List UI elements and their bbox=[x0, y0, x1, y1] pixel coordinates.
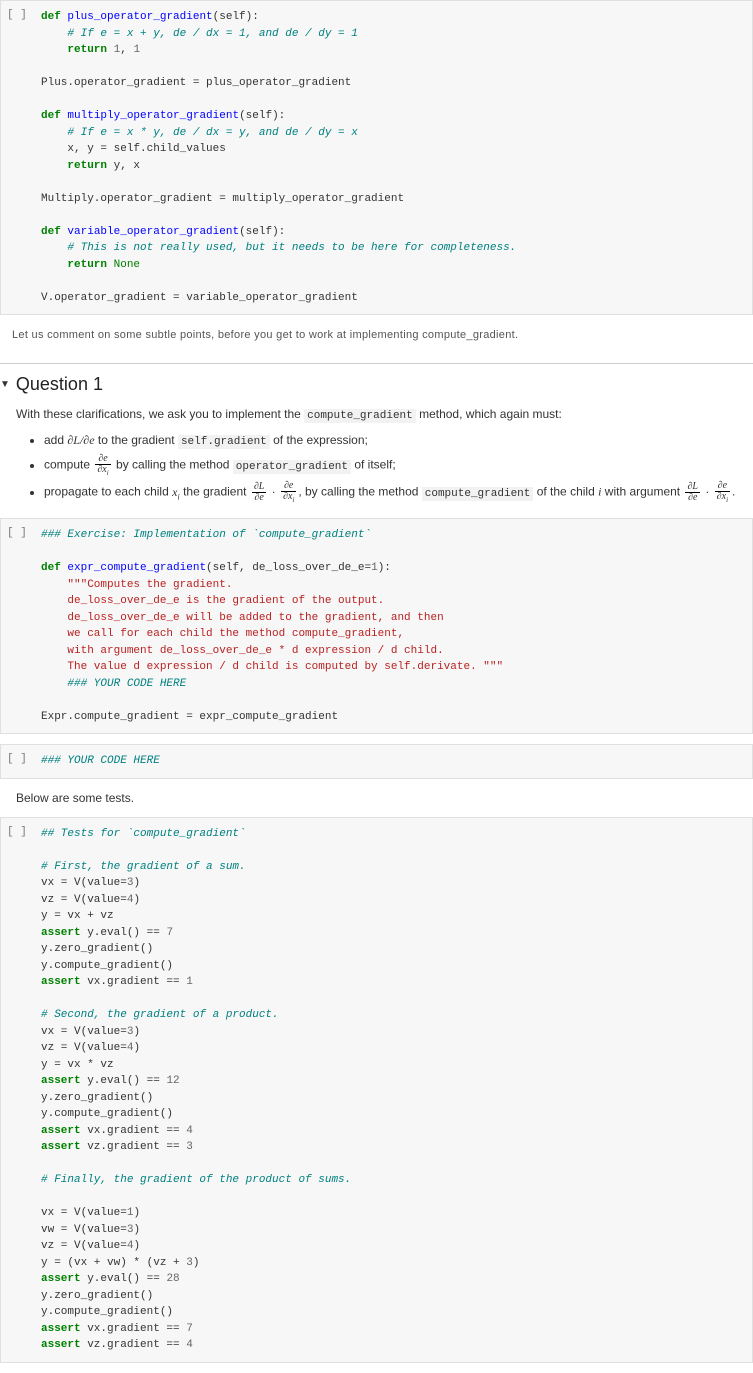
code-cell-3[interactable]: [ ] ### YOUR CODE HERE bbox=[0, 744, 753, 779]
code-cell-4[interactable]: [ ] ## Tests for `compute_gradient` # Fi… bbox=[0, 817, 753, 1363]
section-title: Question 1 bbox=[16, 374, 103, 395]
bullet-3: propagate to each child xi the gradient … bbox=[44, 481, 753, 504]
below-tests-text: Below are some tests. bbox=[0, 789, 753, 817]
cell-gutter: [ ] bbox=[1, 745, 41, 778]
cell-gutter: [ ] bbox=[1, 818, 41, 1362]
code-content-3[interactable]: ### YOUR CODE HERE bbox=[41, 745, 170, 778]
truncated-text: Let us comment on some subtle points, be… bbox=[0, 325, 753, 355]
code-content-4[interactable]: ## Tests for `compute_gradient` # First,… bbox=[41, 818, 361, 1362]
code-cell-2[interactable]: [ ] ### Exercise: Implementation of `com… bbox=[0, 518, 753, 734]
question-description: With these clarifications, we ask you to… bbox=[0, 405, 753, 518]
section-header-question1[interactable]: ▼ Question 1 bbox=[0, 363, 753, 395]
bullet-1: add ∂L/∂e to the gradient self.gradient … bbox=[44, 431, 753, 451]
cell-gutter: [ ] bbox=[1, 519, 41, 733]
collapse-arrow-icon[interactable]: ▼ bbox=[0, 379, 10, 390]
inline-code: compute_gradient bbox=[304, 409, 416, 423]
code-content-1[interactable]: def plus_operator_gradient(self): # If e… bbox=[41, 1, 526, 314]
cell-gutter: [ ] bbox=[1, 1, 41, 314]
code-cell-1[interactable]: [ ] def plus_operator_gradient(self): # … bbox=[0, 0, 753, 315]
bullet-2: compute ∂e∂xi by calling the method oper… bbox=[44, 454, 753, 477]
code-content-2[interactable]: ### Exercise: Implementation of `compute… bbox=[41, 519, 513, 733]
